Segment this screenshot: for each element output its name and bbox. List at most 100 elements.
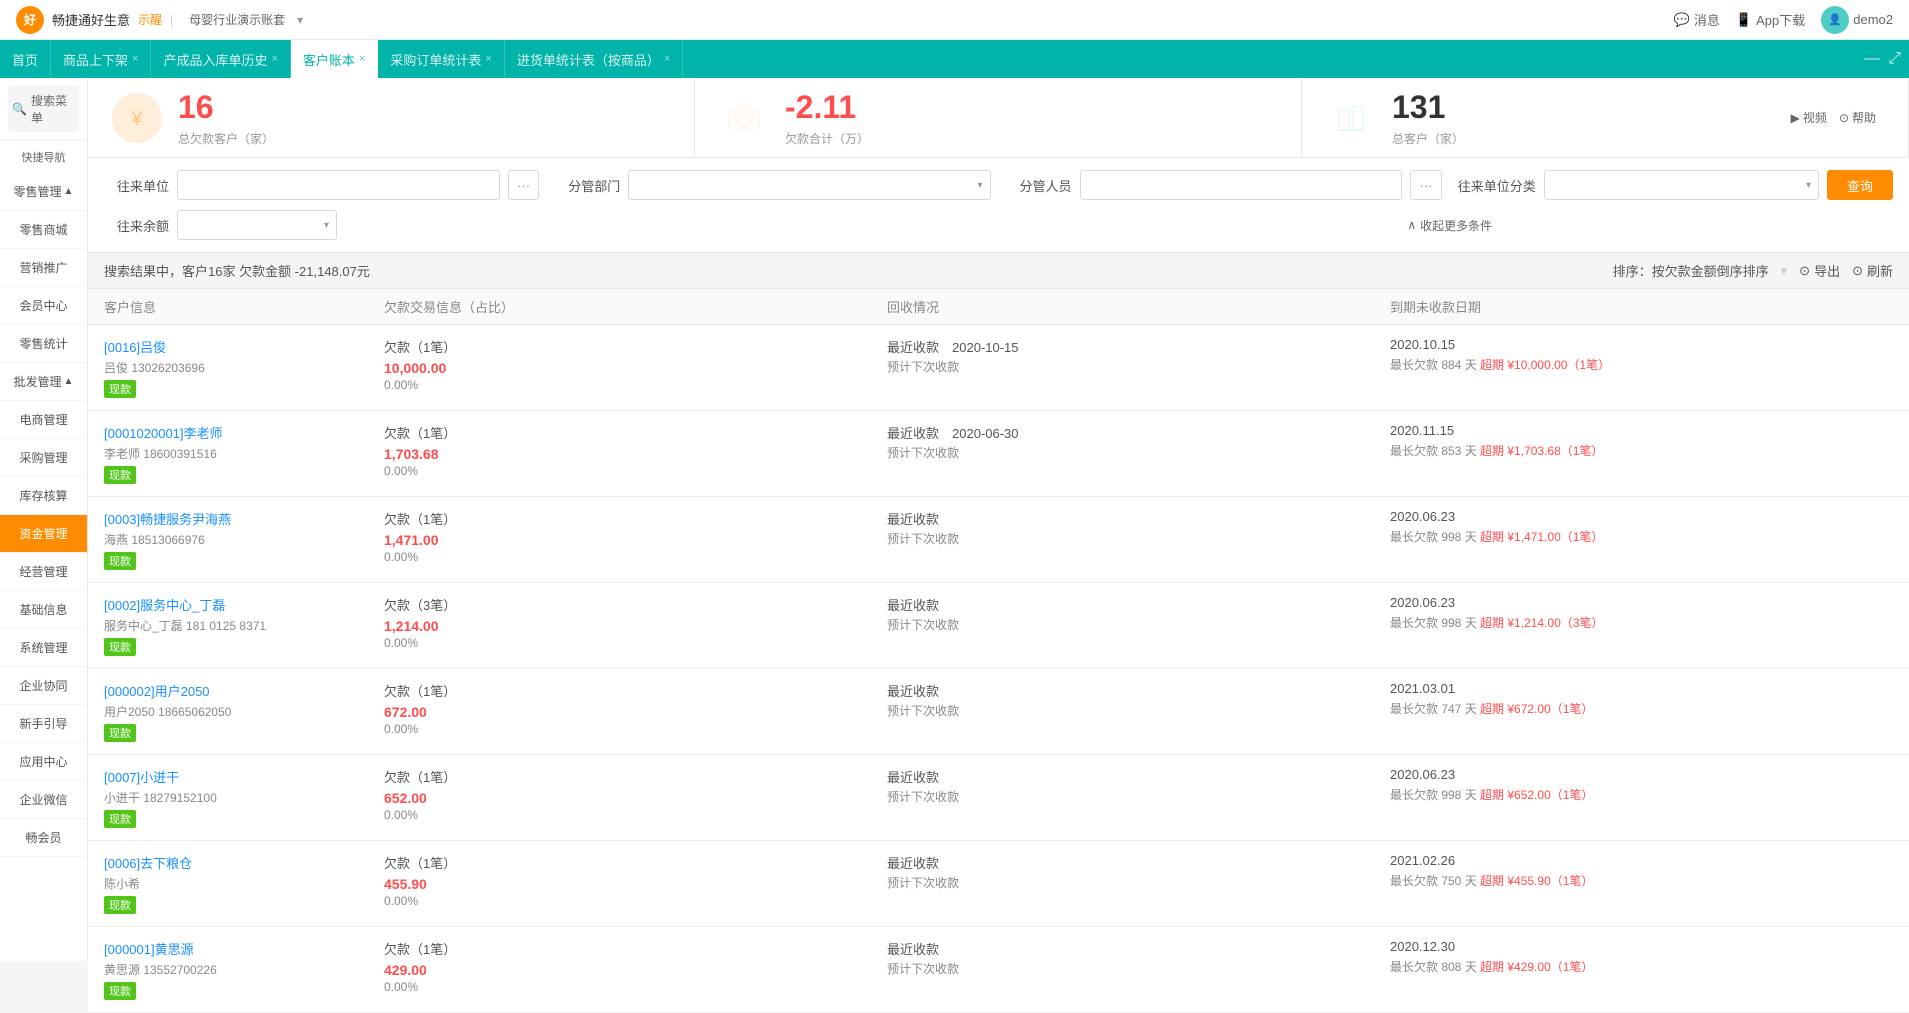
overdue-link-6[interactable]: 超期 ¥455.90（1笔）	[1480, 874, 1593, 888]
tab-prod-history[interactable]: 产成品入库单历史×	[151, 40, 290, 78]
overdue-days-4: 最长欠款 747 天 超期 ¥672.00（1笔）	[1390, 700, 1893, 717]
overdue-date-1: 2020.11.15	[1390, 423, 1893, 438]
sidebar-item-purchase[interactable]: 采购管理	[0, 439, 87, 477]
tab-customer-account[interactable]: 客户账本×	[291, 40, 378, 78]
overdue-date-5: 2020.06.23	[1390, 767, 1893, 782]
tab-minimize-btn[interactable]: —	[1864, 50, 1880, 68]
customer-name-6[interactable]: [0006]去下粮仓	[104, 853, 384, 872]
cell-return-2: 最近收款 预计下次收款	[887, 509, 1390, 547]
customer-info-5: 小迸干 18279152100	[104, 789, 384, 806]
sidebar-item-retail-store[interactable]: 零售商城	[0, 211, 87, 249]
app-download-btn[interactable]: 📱 App下载	[1736, 10, 1805, 29]
sidebar-item-system[interactable]: 系统管理	[0, 629, 87, 667]
sidebar-item-ecommerce[interactable]: 电商管理	[0, 401, 87, 439]
sidebar-item-app-center[interactable]: 应用中心	[0, 743, 87, 781]
customer-info-2: 海燕 18513066976	[104, 531, 384, 548]
sidebar-item-vip[interactable]: 畅会员	[0, 819, 87, 857]
overdue-link-0[interactable]: 超期 ¥10,000.00（1笔）	[1480, 358, 1610, 372]
sidebar-item-guide[interactable]: 新手引导	[0, 705, 87, 743]
filter-balance: 往来余额 ▾	[104, 210, 991, 240]
customer-name-4[interactable]: [000002]用户2050	[104, 681, 384, 700]
stat-item-2: -2.11 欠款合计（万）	[695, 78, 1302, 157]
tab-close-prod-history[interactable]: ×	[271, 53, 277, 65]
overdue-link-2[interactable]: 超期 ¥1,471.00（1笔）	[1480, 530, 1603, 544]
tab-close-purchase-order[interactable]: ×	[485, 53, 491, 65]
store-name: 母婴行业演示账套	[189, 11, 285, 28]
customer-name-1[interactable]: [0001020001]李老师	[104, 423, 384, 442]
debt-pct-0: 0.00%	[384, 378, 887, 392]
sidebar-item-retail-stat[interactable]: 零售统计	[0, 325, 87, 363]
view-video-btn[interactable]: ▶ 视频	[1791, 109, 1827, 126]
customer-name-7[interactable]: [000001]黄思源	[104, 939, 384, 958]
filter-dept-select[interactable]	[628, 170, 990, 200]
cell-return-7: 最近收款 预计下次收款	[887, 939, 1390, 977]
search-button[interactable]: 查询	[1827, 170, 1893, 200]
sidebar-item-marketing[interactable]: 营销推广	[0, 249, 87, 287]
sidebar-item-retail-mgmt[interactable]: 零售管理▲	[0, 173, 87, 211]
sidebar-item-enterprise-collab[interactable]: 企业协同	[0, 667, 87, 705]
sidebar-item-operation[interactable]: 经营管理	[0, 553, 87, 591]
debt-count-7: 欠款（1笔）	[384, 939, 887, 958]
filter-unit-dots-btn[interactable]: ···	[508, 170, 539, 200]
sidebar-item-member[interactable]: 会员中心	[0, 287, 87, 325]
fast-nav[interactable]: 快捷导航	[0, 141, 87, 173]
tab-goods-offshelf[interactable]: 商品上下架×	[51, 40, 151, 78]
tab-close-goods-offshelf[interactable]: ×	[132, 53, 138, 65]
filter-unit-input[interactable]	[177, 170, 500, 200]
debt-count-1: 欠款（1笔）	[384, 423, 887, 442]
stat-text-2: -2.11 欠款合计（万）	[785, 89, 869, 147]
debt-count-0: 欠款（1笔）	[384, 337, 887, 356]
debt-amount-5: 652.00	[384, 790, 887, 806]
filter-category-label: 往来单位分类	[1458, 176, 1536, 195]
overdue-link-4[interactable]: 超期 ¥672.00（1笔）	[1480, 702, 1593, 716]
overdue-link-1[interactable]: 超期 ¥1,703.68（1笔）	[1480, 444, 1603, 458]
customer-name-5[interactable]: [0007]小迸干	[104, 767, 384, 786]
user-avatar-btn[interactable]: 👤 demo2	[1821, 6, 1893, 34]
tab-maximize-btn[interactable]: ⤢	[1888, 50, 1901, 68]
tab-stock-stat[interactable]: 进货单统计表（按商品）×	[505, 40, 683, 78]
sidebar-label-enterprise-collab: 企业协同	[19, 679, 67, 693]
sidebar-item-weixin[interactable]: 企业微信	[0, 781, 87, 819]
cell-return-0: 最近收款 2020-10-15 预计下次收款	[887, 337, 1390, 375]
sidebar-label-retail-store: 零售商城	[19, 223, 67, 237]
filter-manager-input[interactable]	[1080, 170, 1403, 200]
filter-balance-select[interactable]	[177, 210, 337, 240]
return-next-5: 预计下次收款	[887, 788, 1390, 805]
return-recent-5: 最近收款	[887, 767, 1390, 786]
tab-close-stock-stat[interactable]: ×	[664, 53, 670, 65]
tab-close-customer-account[interactable]: ×	[359, 53, 365, 65]
stat-num-2: -2.11	[785, 89, 869, 126]
customer-name-2[interactable]: [0003]畅捷服务尹海燕	[104, 509, 384, 528]
filter-category-select-wrap: ▾	[1544, 170, 1819, 200]
result-summary: 搜索结果中，客户16家 欠款金额 -21,148.07元	[104, 261, 370, 280]
export-btn[interactable]: ⊙ 导出	[1799, 261, 1840, 280]
stats-bar: ¥ 16 总欠款客户（家） -2.11 欠款合计（万）	[88, 78, 1909, 158]
sidebar-item-finance[interactable]: 资金管理	[0, 515, 87, 553]
help-btn[interactable]: ⊙ 帮助	[1839, 109, 1876, 126]
cell-debt-6: 欠款（1笔） 455.90 0.00%	[384, 853, 887, 908]
sidebar: 🔍搜索菜单快捷导航零售管理▲ 零售商城营销推广会员中心零售统计批发管理▲电商管理采…	[0, 78, 88, 961]
message-btn[interactable]: 💬 消息	[1674, 10, 1720, 29]
filter-manager-dots-btn[interactable]: ···	[1410, 170, 1441, 200]
sidebar-item-stock[interactable]: 库存核算	[0, 477, 87, 515]
refresh-btn[interactable]: ⊙ 刷新	[1852, 261, 1893, 280]
customer-name-0[interactable]: [0016]吕俊	[104, 337, 384, 356]
overdue-link-3[interactable]: 超期 ¥1,214.00（3笔）	[1480, 616, 1603, 630]
tab-purchase-order[interactable]: 采购订单统计表×	[378, 40, 504, 78]
collapse-btn[interactable]: ∧ 收起更多条件	[1407, 217, 1492, 234]
cell-debt-2: 欠款（1笔） 1,471.00 0.00%	[384, 509, 887, 564]
overdue-link-5[interactable]: 超期 ¥652.00（1笔）	[1480, 788, 1593, 802]
overdue-link-7[interactable]: 超期 ¥429.00（1笔）	[1480, 960, 1593, 974]
sidebar-search-btn[interactable]: 🔍搜索菜单	[8, 86, 79, 132]
tab-home[interactable]: 首页	[0, 40, 51, 78]
stat-text-3: 131 总客户（家）	[1392, 89, 1464, 147]
sidebar-item-batch-mgmt[interactable]: 批发管理▲	[0, 363, 87, 401]
sidebar-item-basic[interactable]: 基础信息	[0, 591, 87, 629]
return-next-1: 预计下次收款	[887, 444, 1390, 461]
customer-name-3[interactable]: [0002]服务中心_丁磊	[104, 595, 384, 614]
overdue-date-4: 2021.03.01	[1390, 681, 1893, 696]
return-recent-6: 最近收款	[887, 853, 1390, 872]
store-arrow[interactable]: ▾	[297, 13, 303, 27]
filter-category-select[interactable]	[1544, 170, 1819, 200]
filter-dept: 分管部门 ▾	[555, 170, 990, 200]
